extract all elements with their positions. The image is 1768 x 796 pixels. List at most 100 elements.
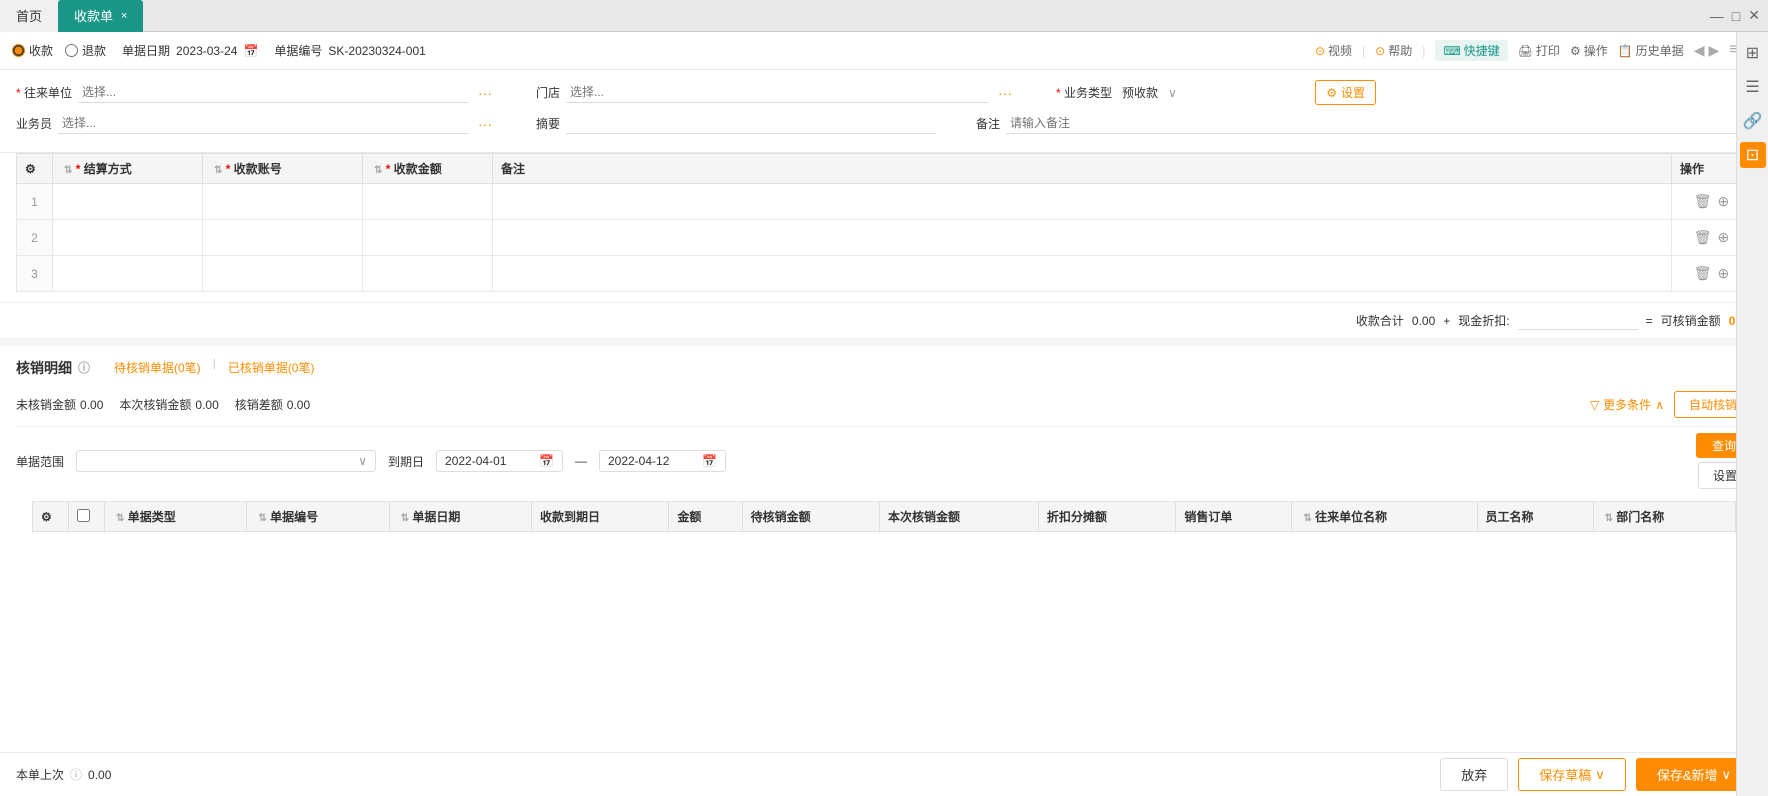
window-min-icon[interactable]: — (1710, 8, 1724, 24)
history-btn[interactable]: 📋 历史单据 (1618, 42, 1684, 59)
row-2-delete-icon[interactable]: 🗑 (1694, 229, 1712, 246)
row-1-settle[interactable] (53, 184, 203, 220)
hexiao-tab-pending[interactable]: 待核销单据(0笔) (102, 356, 213, 379)
operation-btn[interactable]: ⚙ 操作 (1570, 42, 1608, 59)
sidebar-table-icon[interactable]: ⊞ (1740, 40, 1766, 66)
store-input[interactable] (566, 82, 988, 102)
counterparty-field: 往来单位 ··· (16, 82, 496, 103)
sort-icon3: ⇅ (374, 165, 382, 176)
radio-receive[interactable]: 收款 (12, 42, 53, 59)
date-to-field[interactable] (608, 454, 698, 468)
tab-close-icon[interactable]: × (121, 10, 127, 22)
staff-input-wrap (58, 113, 468, 134)
sidebar-link-icon[interactable]: 🔗 (1740, 108, 1766, 134)
date-from-field[interactable] (445, 454, 535, 468)
discard-button[interactable]: 放弃 (1440, 758, 1508, 791)
bottom-num-info-icon[interactable]: ⓘ (70, 766, 82, 783)
remark-input-wrap (1006, 113, 1752, 134)
row-1-account[interactable] (203, 184, 363, 220)
row-3-copy-icon[interactable]: ⊕ (1718, 265, 1730, 282)
video-btn[interactable]: ⊙ 视频 (1315, 42, 1352, 59)
col-remark-header: 备注 (493, 154, 1672, 184)
col-amount-header2: 金额 (669, 502, 742, 532)
row-2-remark[interactable] (493, 220, 1672, 256)
settings-button[interactable]: ⚙ 设置 (1315, 80, 1376, 105)
col-account-header: ⇅ * 收款账号 (203, 154, 363, 184)
row-1-copy-icon[interactable]: ⊕ (1718, 193, 1730, 210)
hexiao-info-icon[interactable]: ⓘ (78, 359, 90, 376)
hexiao-tab-done[interactable]: 已核销单据(0笔) (216, 356, 327, 379)
net-label: 可核销金额 (1661, 312, 1721, 329)
row-3-remark[interactable] (493, 256, 1672, 292)
row-1-amount[interactable] (363, 184, 493, 220)
total-value: 0.00 (1412, 314, 1435, 328)
number-label: 单据编号 (274, 42, 322, 59)
print-btn[interactable]: 🖨 打印 (1518, 42, 1560, 59)
date-to-input: 📅 (599, 450, 726, 472)
remark-input[interactable] (1006, 113, 1752, 133)
col-cb-header (69, 502, 105, 532)
summary-field: 摘要 (536, 113, 936, 134)
sidebar-list-icon[interactable]: ☰ (1740, 74, 1766, 100)
row-2-settle[interactable] (53, 220, 203, 256)
col-doc-number-header: ⇅ 单据编号 (247, 502, 389, 532)
remark-label: 备注 (976, 115, 1000, 132)
more-filter-btn[interactable]: ▽ 更多条件 ∧ (1590, 396, 1664, 413)
radio-receive-input[interactable] (12, 44, 25, 57)
row-3-delete-icon[interactable]: 🗑 (1694, 265, 1712, 282)
row-2-copy-icon[interactable]: ⊕ (1718, 229, 1730, 246)
nav-right-icon[interactable]: ▶ (1708, 42, 1719, 59)
footer-right: 放弃 保存草稿 ∨ 保存&新增 ∨ (1440, 758, 1752, 791)
bottom-settings-icon[interactable]: ⚙ (41, 510, 52, 524)
row-1-remark[interactable] (493, 184, 1672, 220)
hexiao-stats: 未核销金额 0.00 本次核销金额 0.00 核销差额 0.00 ▽ 更多条件 … (16, 387, 1752, 426)
settings-gear-icon: ⚙ (1326, 86, 1337, 100)
row-2-account[interactable] (203, 220, 363, 256)
select-all-checkbox[interactable] (77, 509, 90, 522)
row-3-settle[interactable] (53, 256, 203, 292)
row-3-account[interactable] (203, 256, 363, 292)
calendar-to-icon[interactable]: 📅 (702, 454, 717, 468)
radio-refund[interactable]: 退款 (65, 42, 106, 59)
shortcut-btn[interactable]: ⌨ 快捷键 (1435, 40, 1507, 61)
counterparty-input-wrap (78, 82, 468, 103)
radio-refund-input[interactable] (65, 44, 78, 57)
counterparty-more-btn[interactable]: ··· (474, 85, 496, 101)
discount-input[interactable] (1518, 311, 1638, 330)
stat-unverified: 未核销金额 0.00 (16, 396, 103, 413)
window-close-icon[interactable]: ✕ (1748, 7, 1760, 24)
save-draft-chevron-icon: ∨ (1595, 767, 1605, 783)
tab-home[interactable]: 首页 (0, 0, 58, 32)
col-sales-order-header: 销售订单 (1176, 502, 1292, 532)
row-2-amount[interactable] (363, 220, 493, 256)
total-label: 收款合计 (1356, 312, 1404, 329)
staff-more-btn[interactable]: ··· (474, 116, 496, 132)
staff-input[interactable] (58, 113, 468, 133)
range-select[interactable]: ∨ (76, 450, 376, 472)
row-1-delete-icon[interactable]: 🗑 (1694, 193, 1712, 210)
biztype-field: 业务类型 预收款 ∨ ⚙ 设置 (1056, 80, 1376, 105)
section-divider (0, 338, 1768, 346)
tab-active[interactable]: 收款单 × (58, 0, 143, 32)
save-draft-button[interactable]: 保存草稿 ∨ (1518, 758, 1626, 791)
counterparty-input[interactable] (78, 82, 468, 102)
staff-field: 业务员 ··· (16, 113, 496, 134)
sort-doc-type-icon: ⇅ (116, 513, 124, 524)
nav-left-icon[interactable]: ◀ (1694, 42, 1705, 59)
sidebar-expand-icon[interactable]: ⊡ (1740, 142, 1766, 168)
range-select-chevron: ∨ (358, 454, 367, 468)
col-staff-name-header: 员工名称 (1477, 502, 1593, 532)
window-max-icon[interactable]: □ (1732, 8, 1740, 24)
date-calendar-icon[interactable]: 📅 (243, 44, 258, 58)
save-new-button[interactable]: 保存&新增 ∨ (1636, 758, 1752, 791)
help-btn[interactable]: ⊙ 帮助 (1375, 42, 1412, 59)
summary-input[interactable] (566, 113, 936, 133)
biztype-dropdown-icon[interactable]: ∨ (1168, 86, 1177, 100)
settings-icon[interactable]: ⚙ (25, 162, 36, 176)
calendar-from-icon[interactable]: 📅 (539, 454, 554, 468)
col-pending-amount-header: 待核销金额 (742, 502, 879, 532)
row-3-amount[interactable] (363, 256, 493, 292)
col-discount-header: 折扣分摊额 (1038, 502, 1175, 532)
tab-home-label: 首页 (16, 6, 42, 25)
store-more-btn[interactable]: ··· (994, 85, 1016, 101)
